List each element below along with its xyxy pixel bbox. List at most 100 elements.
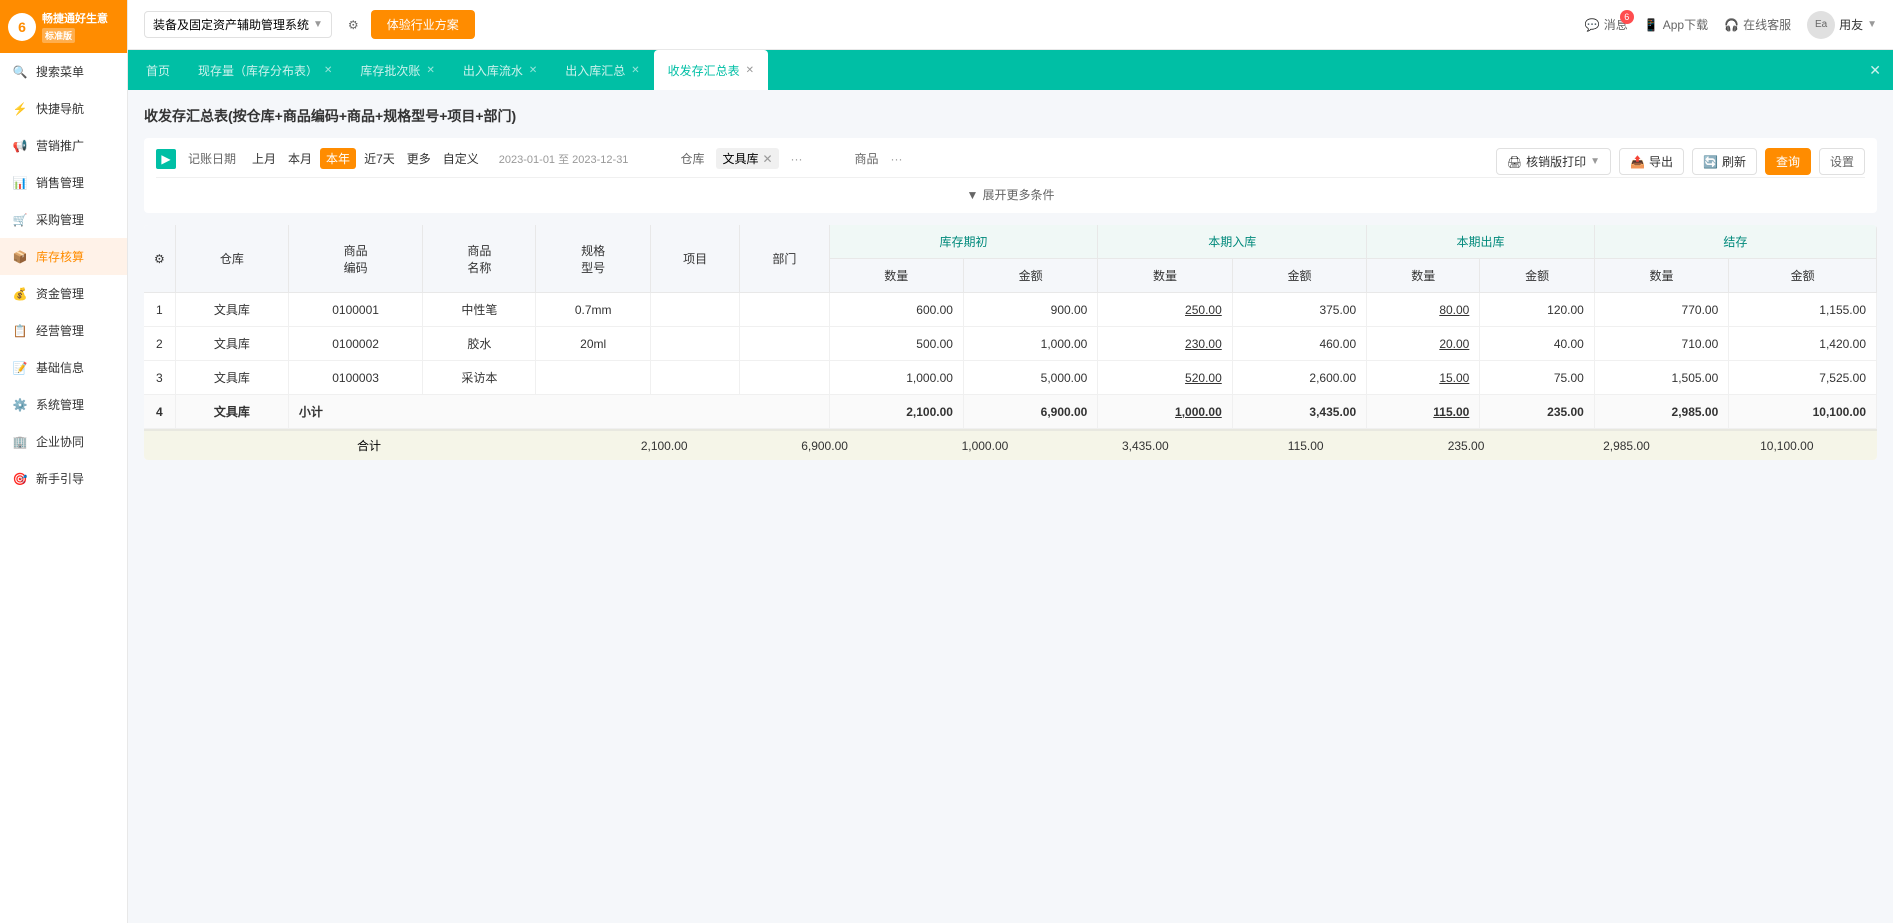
date-range-display: 2023-01-01 至 2023-12-31 [499, 151, 629, 167]
operations-icon: 📋 [12, 323, 28, 339]
search-icon: 🔍 [12, 64, 28, 80]
date-btn-this-month[interactable]: 本月 [284, 148, 316, 169]
row-out-amt: 40.00 [1480, 327, 1595, 361]
message-action[interactable]: 💬 消息 6 [1585, 16, 1628, 33]
row-out-qty[interactable]: 15.00 [1367, 361, 1480, 395]
row-dept [740, 327, 829, 361]
tab-close-in-out-summary[interactable]: ✕ [631, 65, 639, 76]
logo-tag: 标准版 [42, 28, 75, 43]
service-icon: 🎧 [1724, 18, 1739, 32]
sidebar-item-enterprise[interactable]: 🏢 企业协同 [0, 423, 127, 460]
tab-close-batch-ledger[interactable]: ✕ [426, 65, 434, 76]
subtotal-out-qty[interactable]: 115.00 [1367, 395, 1480, 429]
sidebar-item-search[interactable]: 🔍 搜索菜单 [0, 53, 127, 90]
row-out-qty[interactable]: 80.00 [1367, 293, 1480, 327]
sidebar-item-quick-nav[interactable]: ⚡ 快捷导航 [0, 90, 127, 127]
guide-icon: 🎯 [12, 471, 28, 487]
tab-close-in-out-flow[interactable]: ✕ [529, 65, 537, 76]
expand-icon: ▼ [967, 188, 979, 202]
sales-icon: 📊 [12, 175, 28, 191]
row-name: 采访本 [423, 361, 536, 395]
total-out-qty: 115.00 [1226, 439, 1386, 453]
tab-recv-send-summary[interactable]: 收发存汇总表 ✕ [654, 50, 768, 90]
total-closing-amt: 10,100.00 [1707, 439, 1867, 453]
trial-button[interactable]: 体验行业方案 [371, 10, 475, 39]
topbar-actions: 💬 消息 6 📱 App下载 🎧 在线客服 Ea 用友 ▼ [1585, 11, 1877, 39]
base-info-icon: 📝 [12, 360, 28, 376]
col-settings-icon[interactable]: ⚙ [144, 225, 175, 293]
date-btn-more[interactable]: 更多 [403, 148, 435, 169]
settings-button[interactable]: 设置 [1819, 148, 1865, 175]
warehouse-tag: 文具库 ✕ [716, 148, 778, 169]
sidebar-item-finance[interactable]: 💰 资金管理 [0, 275, 127, 312]
tabbar-close-icon[interactable]: ✕ [1861, 62, 1889, 79]
subtotal-in-amt: 3,435.00 [1232, 395, 1366, 429]
sidebar-item-operations[interactable]: 📋 经营管理 [0, 312, 127, 349]
system-selector[interactable]: 装备及固定资产辅助管理系统 ▼ [144, 11, 332, 38]
row-in-qty[interactable]: 230.00 [1098, 327, 1232, 361]
date-btn-7days[interactable]: 近7天 [360, 148, 399, 169]
topbar: 装备及固定资产辅助管理系统 ▼ ⚙ 体验行业方案 💬 消息 6 📱 App下载 … [128, 0, 1893, 50]
subtotal-warehouse: 文具库 [175, 395, 288, 429]
dropdown-icon: ▼ [313, 19, 323, 30]
row-closing-qty: 770.00 [1594, 293, 1728, 327]
print-button[interactable]: 🖨 核销版打印 ▼ [1496, 148, 1611, 175]
user-menu[interactable]: Ea 用友 ▼ [1807, 11, 1877, 39]
online-service-action[interactable]: 🎧 在线客服 [1724, 16, 1791, 33]
subtotal-index: 4 [144, 395, 175, 429]
tab-in-out-summary[interactable]: 出入库汇总 ✕ [551, 50, 653, 90]
table-footer: 合计 2,100.00 6,900.00 1,000.00 3,435.00 1… [144, 429, 1877, 460]
topbar-settings-icon[interactable]: ⚙ [348, 18, 359, 32]
date-btn-this-year[interactable]: 本年 [320, 148, 356, 169]
export-button[interactable]: 📤 导出 [1619, 148, 1684, 175]
date-btn-last-month[interactable]: 上月 [248, 148, 280, 169]
sidebar-item-inventory[interactable]: 📦 库存核算 [0, 238, 127, 275]
total-closing-qty: 2,985.00 [1546, 439, 1706, 453]
row-in-amt: 2,600.00 [1232, 361, 1366, 395]
row-project [650, 293, 739, 327]
tab-home[interactable]: 首页 [132, 50, 184, 90]
tab-close-recv-send-summary[interactable]: ✕ [746, 65, 754, 76]
col-closing-qty: 数量 [1594, 259, 1728, 293]
date-btn-custom[interactable]: 自定义 [439, 148, 483, 169]
tab-close-inventory-dist[interactable]: ✕ [324, 65, 332, 76]
tab-batch-ledger[interactable]: 库存批次账 ✕ [346, 50, 448, 90]
sidebar-item-guide[interactable]: 🎯 新手引导 [0, 460, 127, 497]
row-in-qty[interactable]: 250.00 [1098, 293, 1232, 327]
row-out-amt: 75.00 [1480, 361, 1595, 395]
row-index: 1 [144, 293, 175, 327]
sidebar-item-system[interactable]: ⚙️ 系统管理 [0, 386, 127, 423]
sidebar-item-base-info[interactable]: 📝 基础信息 [0, 349, 127, 386]
row-closing-amt: 7,525.00 [1729, 361, 1877, 395]
refresh-button[interactable]: 🔄 刷新 [1692, 148, 1757, 175]
row-code: 0100003 [288, 361, 422, 395]
tab-inventory-dist[interactable]: 现存量（库存分布表） ✕ [184, 50, 346, 90]
logo-icon: 6 [8, 13, 36, 41]
col-project: 项目 [650, 225, 739, 293]
sidebar-item-marketing[interactable]: 📢 营销推广 [0, 127, 127, 164]
sidebar-logo: 6 畅捷通好生意 标准版 [0, 0, 127, 53]
expand-row: ▼ 展开更多条件 [156, 177, 1865, 203]
col-opening-qty: 数量 [829, 259, 963, 293]
warehouse-more-dots[interactable]: ··· [791, 152, 803, 166]
row-project [650, 361, 739, 395]
row-in-qty[interactable]: 520.00 [1098, 361, 1232, 395]
user-dropdown-icon: ▼ [1867, 19, 1877, 30]
logo-text: 畅捷通好生意 标准版 [42, 10, 108, 43]
col-dept: 部门 [740, 225, 829, 293]
query-button[interactable]: 查询 [1765, 148, 1811, 175]
filter-expand-arrow[interactable]: ▶ [156, 149, 176, 169]
row-out-qty[interactable]: 20.00 [1367, 327, 1480, 361]
warehouse-tag-remove[interactable]: ✕ [762, 152, 772, 166]
row-closing-amt: 1,155.00 [1729, 293, 1877, 327]
table-row: 3 文具库 0100003 采访本 1,000.00 5,000.00 520.… [144, 361, 1877, 395]
expand-more-conditions[interactable]: ▼ 展开更多条件 [967, 186, 1055, 203]
tab-in-out-flow[interactable]: 出入库流水 ✕ [449, 50, 551, 90]
subtotal-in-qty[interactable]: 1,000.00 [1098, 395, 1232, 429]
sidebar-item-sales[interactable]: 📊 销售管理 [0, 164, 127, 201]
goods-more-dots[interactable]: ··· [891, 152, 903, 166]
sidebar-item-purchase[interactable]: 🛒 采购管理 [0, 201, 127, 238]
warehouse-label: 仓库 [680, 150, 704, 167]
row-spec [536, 361, 650, 395]
app-download-action[interactable]: 📱 App下载 [1644, 16, 1708, 33]
